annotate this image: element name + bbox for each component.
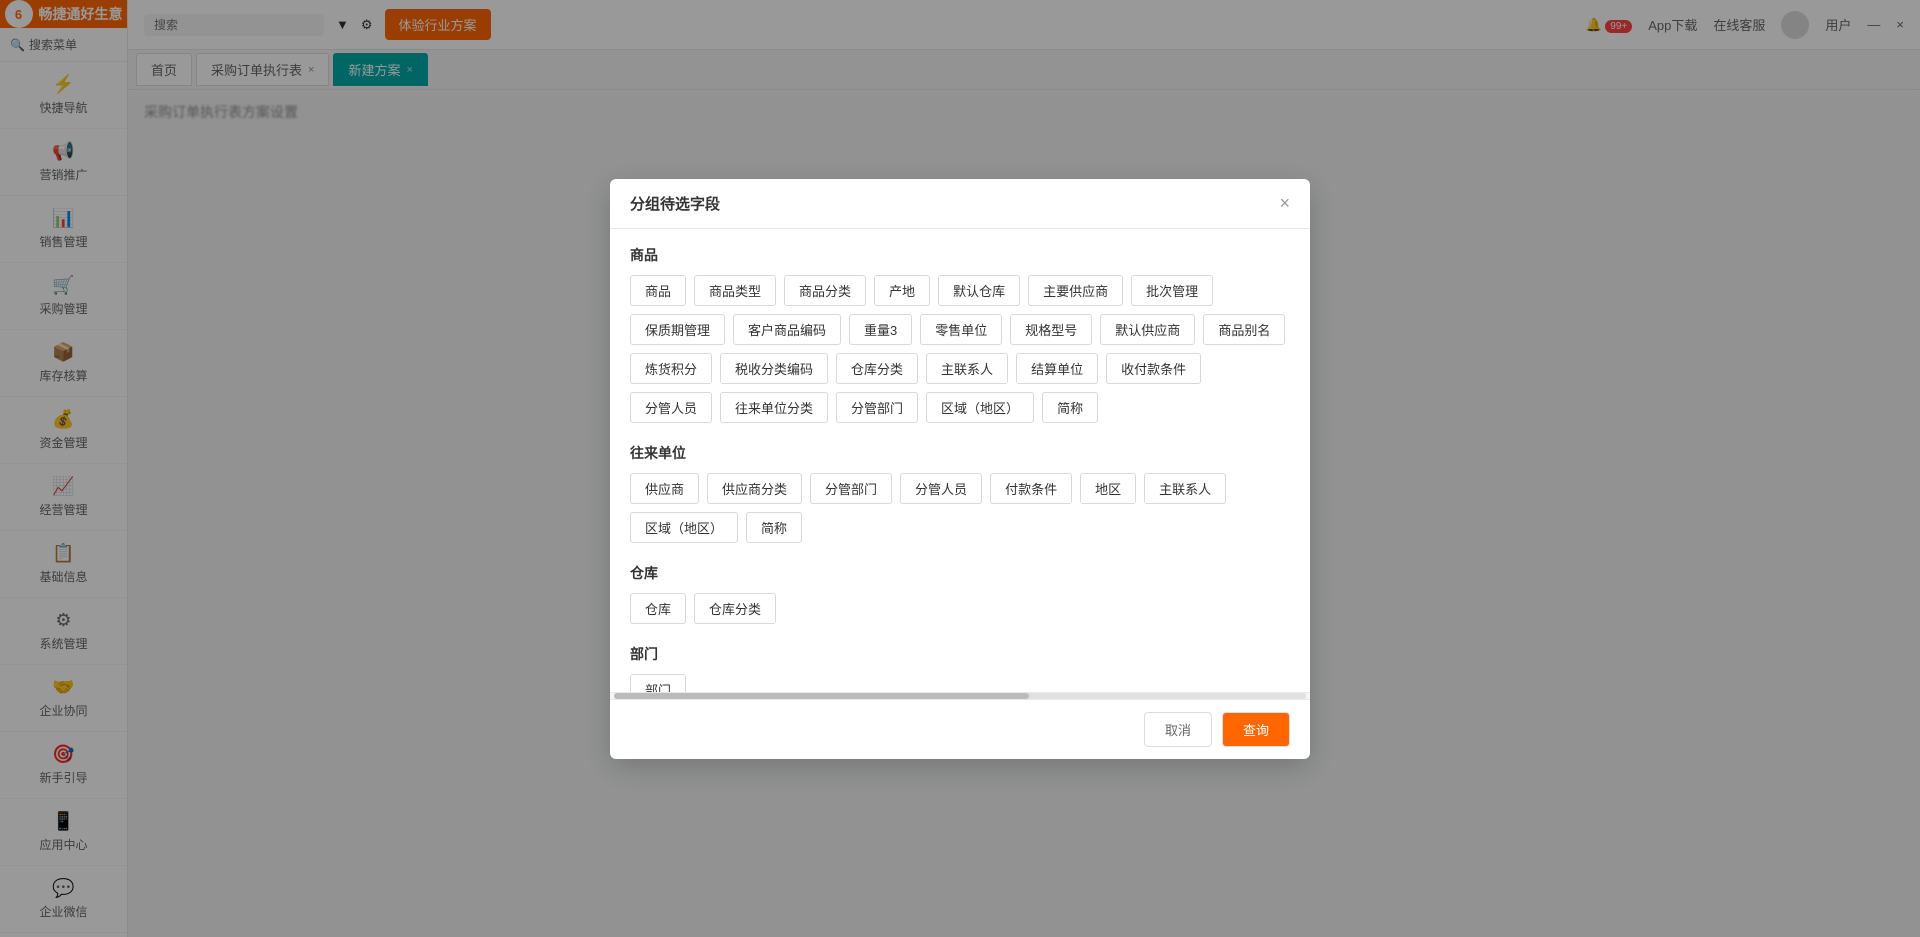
section-goods: 商品 商品 商品类型 商品分类 产地 默认仓库 主要供应商 批次管理 保质期管理… (630, 245, 1290, 423)
section-warehouse: 仓库 仓库 仓库分类 (630, 563, 1290, 624)
field-select-modal: 分组待选字段 × 商品 商品 商品类型 商品分类 产地 默认仓库 主要供应商 批… (610, 179, 1310, 759)
field-tag[interactable]: 区域（地区） (630, 512, 738, 543)
section-partner-fields: 供应商 供应商分类 分管部门 分管人员 付款条件 地区 主联系人 区域（地区） … (630, 473, 1290, 543)
section-goods-title: 商品 (630, 245, 1290, 265)
field-tag[interactable]: 分管人员 (900, 473, 982, 504)
field-tag[interactable]: 税收分类编码 (720, 353, 828, 384)
field-tag[interactable]: 结算单位 (1016, 353, 1098, 384)
field-tag[interactable]: 仓库分类 (694, 593, 776, 624)
field-tag[interactable]: 供应商分类 (707, 473, 802, 504)
field-tag[interactable]: 仓库分类 (836, 353, 918, 384)
field-tag[interactable]: 简称 (1042, 392, 1098, 423)
section-warehouse-fields: 仓库 仓库分类 (630, 593, 1290, 624)
field-tag[interactable]: 默认供应商 (1100, 314, 1195, 345)
field-tag[interactable]: 零售单位 (920, 314, 1002, 345)
section-partner: 往来单位 供应商 供应商分类 分管部门 分管人员 付款条件 地区 主联系人 区域… (630, 443, 1290, 543)
modal-close-button[interactable]: × (1279, 193, 1290, 214)
section-department: 部门 部门 (630, 644, 1290, 692)
section-warehouse-title: 仓库 (630, 563, 1290, 583)
field-tag[interactable]: 产地 (874, 275, 930, 306)
field-tag[interactable]: 收付款条件 (1106, 353, 1201, 384)
field-tag[interactable]: 分管部门 (810, 473, 892, 504)
field-tag[interactable]: 分管人员 (630, 392, 712, 423)
field-tag[interactable]: 地区 (1080, 473, 1136, 504)
field-tag[interactable]: 规格型号 (1010, 314, 1092, 345)
field-tag[interactable]: 仓库 (630, 593, 686, 624)
modal-footer: 取消 查询 (610, 699, 1310, 759)
field-tag[interactable]: 炼货积分 (630, 353, 712, 384)
scrollbar-thumb[interactable] (614, 693, 1029, 699)
section-department-fields: 部门 (630, 674, 1290, 692)
field-tag[interactable]: 简称 (746, 512, 802, 543)
section-department-title: 部门 (630, 644, 1290, 664)
field-tag[interactable]: 重量3 (849, 314, 912, 345)
field-tag[interactable]: 商品分类 (784, 275, 866, 306)
field-tag[interactable]: 默认仓库 (938, 275, 1020, 306)
field-tag[interactable]: 保质期管理 (630, 314, 725, 345)
modal-body: 商品 商品 商品类型 商品分类 产地 默认仓库 主要供应商 批次管理 保质期管理… (610, 229, 1310, 692)
field-tag[interactable]: 供应商 (630, 473, 699, 504)
cancel-button[interactable]: 取消 (1144, 712, 1212, 747)
field-tag[interactable]: 往来单位分类 (720, 392, 828, 423)
scrollbar-track (614, 693, 1306, 699)
field-tag[interactable]: 付款条件 (990, 473, 1072, 504)
field-tag[interactable]: 批次管理 (1131, 275, 1213, 306)
field-tag[interactable]: 部门 (630, 674, 686, 692)
section-partner-title: 往来单位 (630, 443, 1290, 463)
field-tag[interactable]: 商品别名 (1203, 314, 1285, 345)
field-tag[interactable]: 商品类型 (694, 275, 776, 306)
field-tag[interactable]: 主联系人 (926, 353, 1008, 384)
field-tag[interactable]: 主要供应商 (1028, 275, 1123, 306)
modal-horizontal-scrollbar[interactable] (610, 692, 1310, 699)
modal-title: 分组待选字段 (630, 193, 720, 214)
modal-header: 分组待选字段 × (610, 179, 1310, 229)
field-tag[interactable]: 区域（地区） (926, 392, 1034, 423)
field-tag[interactable]: 商品 (630, 275, 686, 306)
section-goods-fields: 商品 商品类型 商品分类 产地 默认仓库 主要供应商 批次管理 保质期管理 客户… (630, 275, 1290, 423)
field-tag[interactable]: 主联系人 (1144, 473, 1226, 504)
field-tag[interactable]: 客户商品编码 (733, 314, 841, 345)
field-tag[interactable]: 分管部门 (836, 392, 918, 423)
confirm-button[interactable]: 查询 (1222, 712, 1290, 747)
modal-overlay: 分组待选字段 × 商品 商品 商品类型 商品分类 产地 默认仓库 主要供应商 批… (0, 0, 1920, 937)
